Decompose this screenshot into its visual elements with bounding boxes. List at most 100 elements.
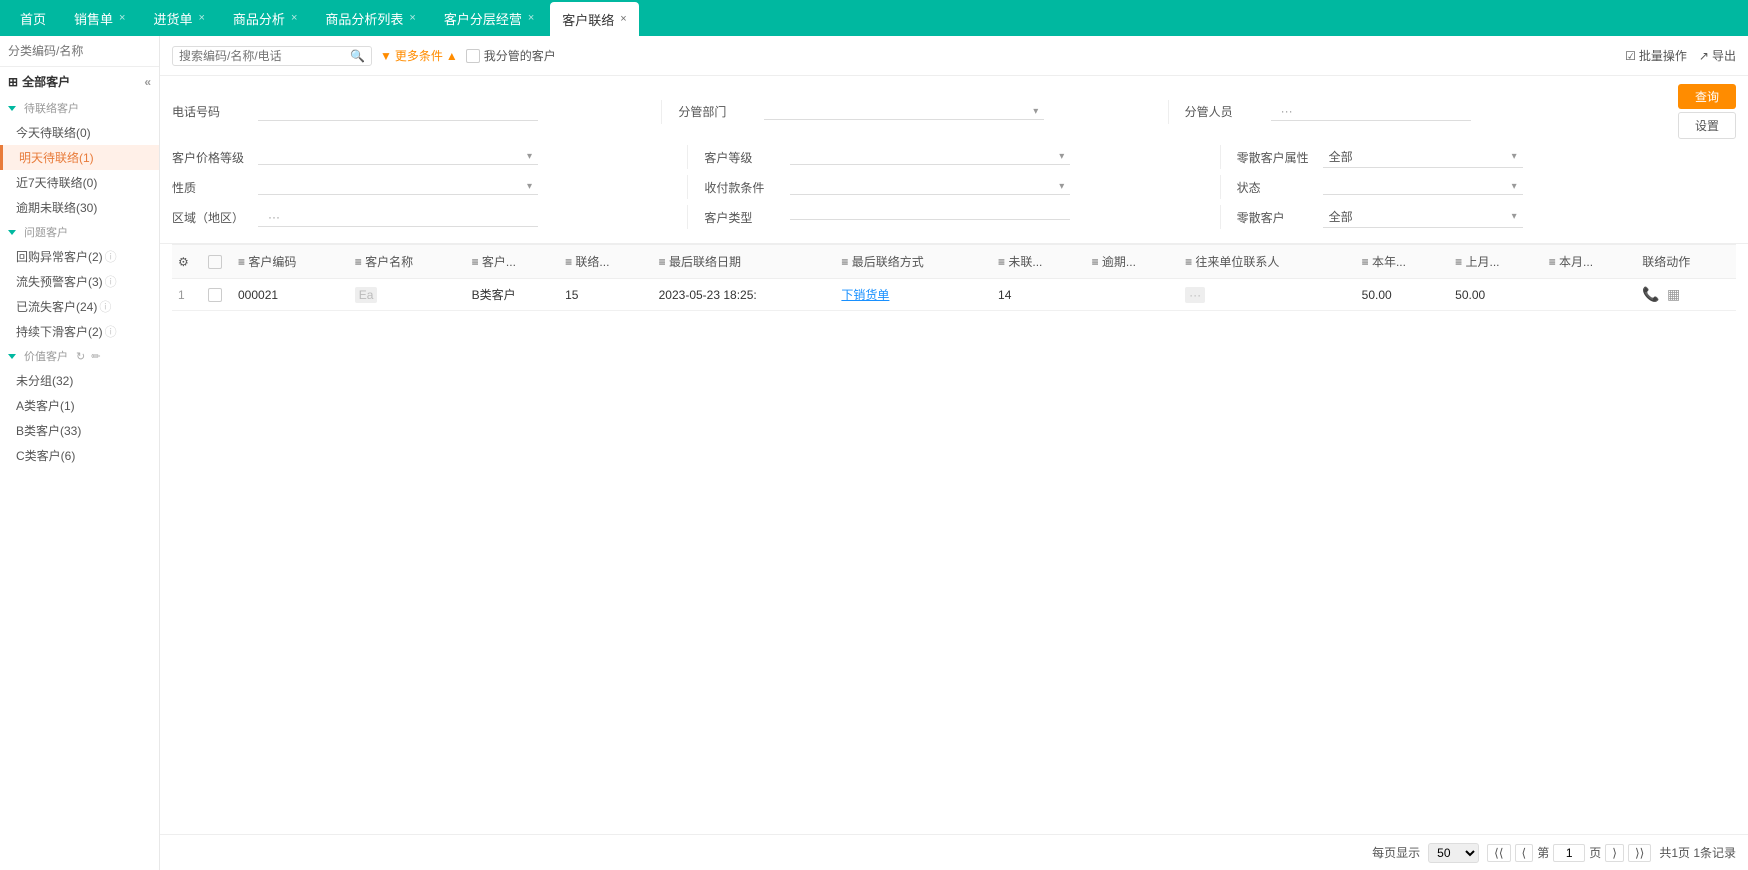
sidebar-item-class-a[interactable]: A类客户(1): [0, 393, 159, 418]
nature-select[interactable]: ▾: [258, 179, 538, 195]
sidebar-item-tomorrow-pending[interactable]: 明天待联络(1): [0, 145, 159, 170]
sidebar-item-class-c[interactable]: C类客户(6): [0, 443, 159, 468]
my-customers-checkbox[interactable]: [466, 49, 480, 63]
separator-6: [1220, 175, 1221, 199]
sidebar-item-unclassified[interactable]: 未分组(32): [0, 368, 159, 393]
nav-close-customer-contact[interactable]: ×: [620, 13, 626, 25]
retail-attr-caret: ▾: [1512, 151, 1517, 162]
retail-customer-select[interactable]: 全部 ▾: [1323, 206, 1523, 228]
main-search-input[interactable]: [179, 49, 350, 63]
row-type: B类客户: [466, 279, 560, 311]
sidebar: 🔍 ⊞ 全部客户 « 待联络客户 今天待联络(0) 明天待联络(1) 近7天待联…: [0, 36, 160, 870]
customer-level-select[interactable]: ▾: [790, 149, 1070, 165]
row-unit-contact: ···: [1179, 279, 1356, 311]
header-checkbox[interactable]: [208, 255, 222, 269]
sidebar-search-input[interactable]: [8, 44, 160, 58]
nav-item-purchase[interactable]: 进货单 ×: [141, 0, 216, 36]
row-checkbox-cell[interactable]: [202, 279, 232, 311]
row-actions: 📞 ▦: [1636, 279, 1736, 311]
row-checkbox[interactable]: [208, 288, 222, 302]
phone-action-icon[interactable]: 📞: [1642, 286, 1659, 302]
nav-item-product-list[interactable]: 商品分析列表 ×: [313, 0, 427, 36]
row-this-month: [1543, 279, 1637, 311]
row-unlinked: 14: [992, 279, 1086, 311]
per-page-select[interactable]: 50 100 200: [1428, 843, 1479, 863]
filter-status-section: 状态 ▾: [1237, 179, 1736, 196]
sidebar-item-repurchase-abnormal[interactable]: 回购异常客户(2) ⓘ: [0, 244, 159, 269]
sidebar-item-overdue[interactable]: 逾期未联络(30): [0, 195, 159, 220]
first-page-btn[interactable]: ⟨⟨: [1487, 844, 1510, 862]
more-filter-btn[interactable]: ▼ 更多条件 ▲: [380, 47, 458, 64]
query-btn[interactable]: 查询: [1678, 84, 1736, 109]
nav-home[interactable]: 首页: [8, 9, 58, 28]
main-search-icon[interactable]: 🔍: [350, 49, 365, 63]
customer-level-caret: ▾: [1059, 151, 1064, 162]
row-last-month: 50.00: [1449, 279, 1543, 311]
sidebar-group-problem: 问题客户: [0, 220, 159, 244]
manager-label: 分管人员: [1185, 103, 1265, 120]
nav-close-customer-tier[interactable]: ×: [528, 12, 534, 24]
sidebar-item-churned[interactable]: 已流失客户(24) ⓘ: [0, 294, 159, 319]
nav-item-product-analysis[interactable]: 商品分析 ×: [221, 0, 309, 36]
row-last-contact-method[interactable]: 下销货单: [835, 279, 992, 311]
sidebar-item-class-b[interactable]: B类客户(33): [0, 418, 159, 443]
dept-select[interactable]: ▾: [764, 104, 1044, 120]
col-settings[interactable]: ⚙: [172, 245, 202, 279]
grid-action-icon[interactable]: ▦: [1667, 286, 1680, 302]
per-page-label: 每页显示: [1372, 844, 1420, 861]
page-label: 第: [1537, 844, 1549, 861]
nav-close-sales[interactable]: ×: [119, 12, 125, 24]
sidebar-item-churn-warning[interactable]: 流失预警客户(3) ⓘ: [0, 269, 159, 294]
batch-ops-btn[interactable]: ☑ 批量操作: [1625, 47, 1687, 64]
nav-item-sales[interactable]: 销售单 ×: [62, 0, 137, 36]
collapse-icon[interactable]: «: [144, 75, 151, 89]
page-nav: ⟨⟨ ⟨ 第 页 ⟩ ⟩⟩: [1487, 844, 1651, 862]
nav-item-customer-contact[interactable]: 客户联络 ×: [550, 2, 638, 36]
page-input[interactable]: [1553, 844, 1585, 862]
next-page-btn[interactable]: ⟩: [1605, 844, 1624, 862]
region-select[interactable]: ···: [258, 208, 538, 227]
prev-page-btn[interactable]: ⟨: [1515, 844, 1534, 862]
status-select[interactable]: ▾: [1323, 179, 1523, 195]
last-page-btn[interactable]: ⟩⟩: [1628, 844, 1651, 862]
settings-icon[interactable]: ⚙: [178, 255, 189, 269]
manager-dots[interactable]: ···: [1277, 104, 1297, 118]
col-this-year-header: ≡ 本年...: [1356, 245, 1450, 279]
nav-close-product-analysis[interactable]: ×: [291, 12, 297, 24]
filter-action-btns: 查询 设置: [1678, 84, 1736, 139]
sidebar-item-today-pending[interactable]: 今天待联络(0): [0, 120, 159, 145]
col-check-header[interactable]: [202, 245, 232, 279]
sidebar-item-7days-pending[interactable]: 近7天待联络(0): [0, 170, 159, 195]
retail-attr-select[interactable]: 全部 ▾: [1323, 146, 1523, 168]
dept-caret: ▾: [1033, 106, 1038, 117]
customer-type-label: 客户类型: [704, 209, 784, 226]
region-dots[interactable]: ···: [264, 210, 284, 224]
sidebar-all-customers[interactable]: ⊞ 全部客户 «: [0, 67, 159, 96]
row-overdue: [1086, 279, 1180, 311]
row-this-year: 50.00: [1356, 279, 1450, 311]
sidebar-item-declining[interactable]: 持续下滑客户(2) ⓘ: [0, 319, 159, 344]
price-level-select[interactable]: ▾: [258, 149, 538, 165]
payment-select[interactable]: ▾: [790, 179, 1070, 195]
nav-close-purchase[interactable]: ×: [198, 12, 204, 24]
contact-method-link[interactable]: 下销货单: [841, 288, 889, 302]
filter-dept-section: 分管部门 ▾: [678, 103, 1151, 120]
nav-close-product-list[interactable]: ×: [409, 12, 415, 24]
manager-select[interactable]: ···: [1271, 102, 1471, 121]
export-btn[interactable]: ↗ 导出: [1699, 47, 1736, 64]
col-unlinked-header: ≡ 未联...: [992, 245, 1086, 279]
filter-row-4: 区域（地区） ··· 客户类型 零散客户: [172, 205, 1736, 229]
separator-4: [1220, 145, 1221, 169]
nav-item-customer-tier[interactable]: 客户分层经营 ×: [432, 0, 546, 36]
my-customers-checkbox-wrap[interactable]: 我分管的客户: [466, 47, 556, 64]
phone-input[interactable]: [258, 102, 538, 121]
separator-2: [1168, 100, 1169, 124]
expand-icon-problem: [8, 230, 16, 235]
reset-btn[interactable]: 设置: [1678, 112, 1736, 139]
filter-retail-attr-section: 零散客户属性 全部 ▾: [1237, 146, 1736, 168]
customer-type-select[interactable]: [790, 215, 1070, 220]
refresh-value-icon[interactable]: ↻: [76, 350, 85, 363]
edit-value-icon[interactable]: ✏: [91, 350, 100, 363]
customer-name-blurred: Ea: [355, 287, 378, 303]
col-action-header: 联络动作: [1636, 245, 1736, 279]
